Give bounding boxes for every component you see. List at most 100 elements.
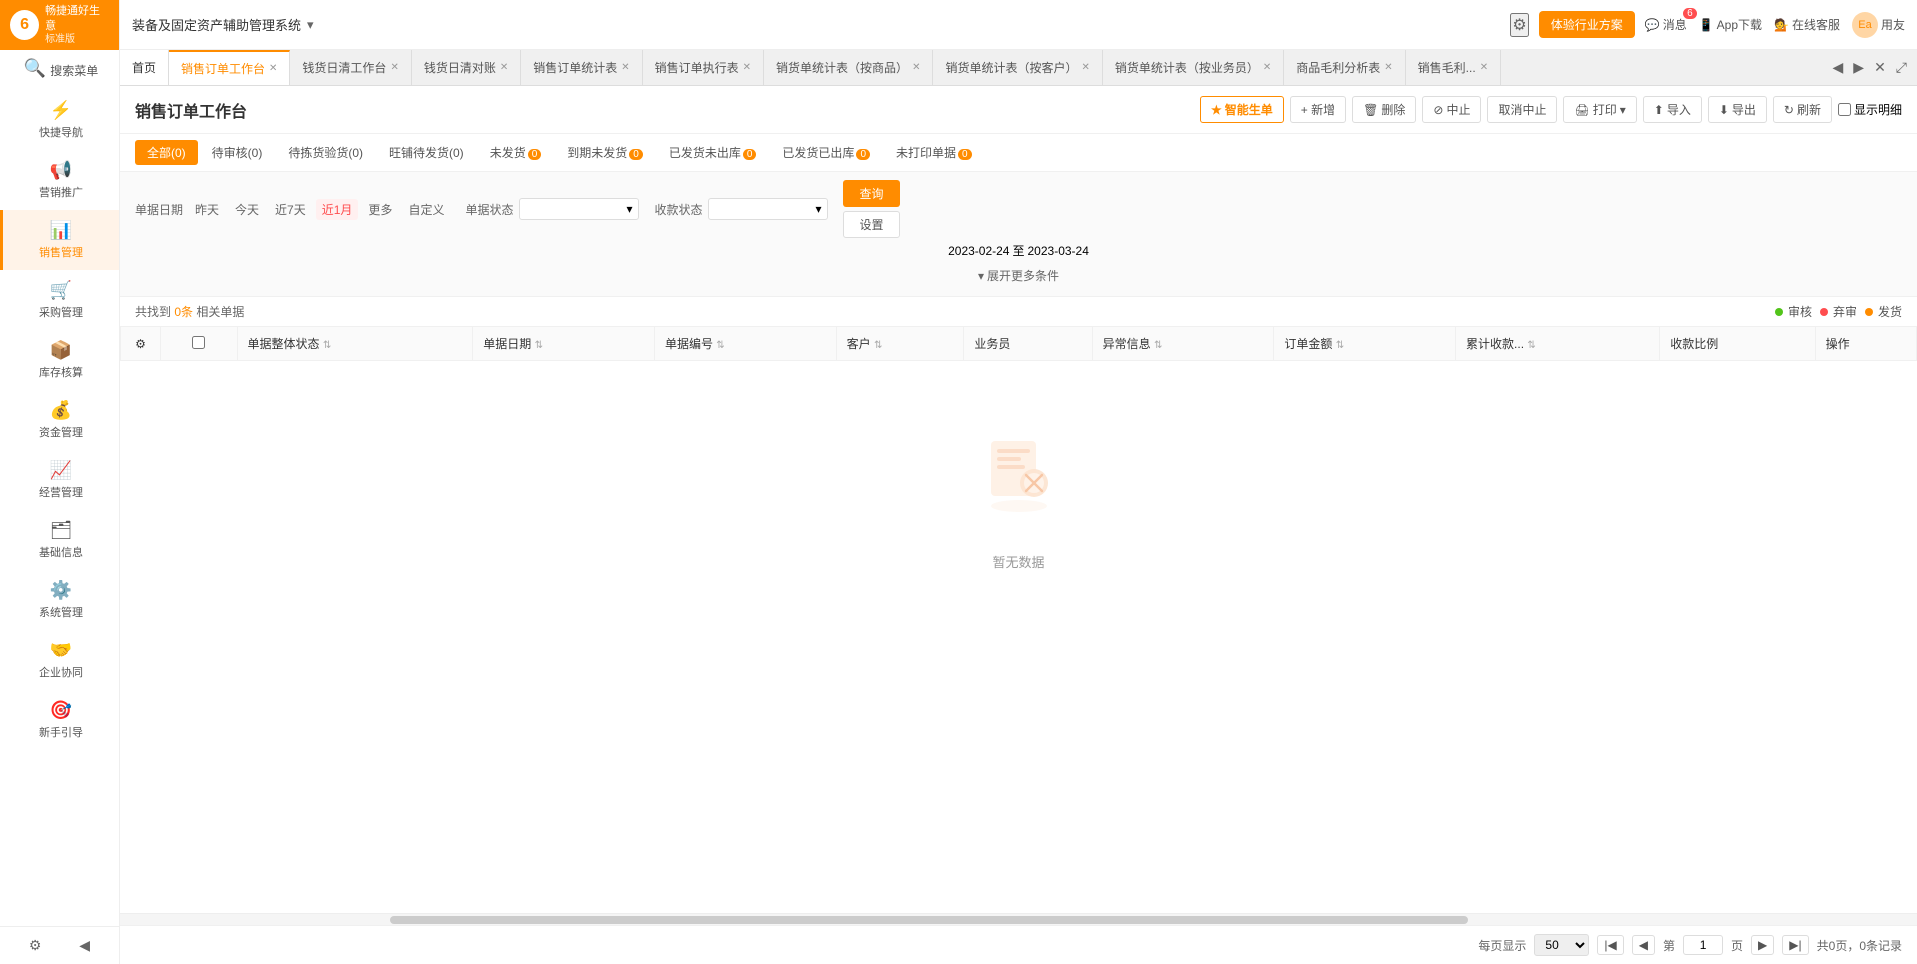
tab-scroll-left-button[interactable]: ◀ xyxy=(1829,57,1848,78)
tab-close-button[interactable]: ✕ xyxy=(1480,62,1488,73)
tab-cash-daily[interactable]: 钱货日清工作台 ✕ xyxy=(290,50,411,86)
date-7days-button[interactable]: 近7天 xyxy=(269,199,312,220)
export-button[interactable]: ⬇ 导出 xyxy=(1708,96,1767,123)
filter-tab-wangpu-pending[interactable]: 旺铺待发货(0) xyxy=(377,140,476,165)
status-select[interactable]: ▾ xyxy=(519,198,639,220)
tab-sales-exec[interactable]: 销售订单执行表 ✕ xyxy=(643,50,764,86)
tab-close-button[interactable]: ✕ xyxy=(621,62,629,73)
horizontal-scrollbar-area[interactable] xyxy=(120,913,1917,925)
import-button[interactable]: ⬆ 导入 xyxy=(1643,96,1702,123)
payment-select[interactable]: ▾ xyxy=(708,198,828,220)
tab-sales-summary-product[interactable]: 销货单统计表（按商品） ✕ xyxy=(764,50,933,86)
tab-close-button[interactable]: ✕ xyxy=(1081,62,1089,73)
query-button[interactable]: 查询 xyxy=(843,180,899,207)
expand-more-button[interactable]: ▾ 展开更多条件 xyxy=(978,267,1059,284)
col-settings[interactable]: ⚙ xyxy=(121,327,161,361)
col-ratio[interactable]: 收款比例 xyxy=(1660,327,1815,361)
sidebar-item-system[interactable]: ⚙️ 系统管理 xyxy=(0,570,119,630)
message-button[interactable]: 💬 6 消息 xyxy=(1645,16,1687,33)
delete-button[interactable]: 🗑 删除 xyxy=(1352,96,1416,123)
date-yesterday-button[interactable]: 昨天 xyxy=(189,199,225,220)
review-action-button[interactable]: 审核 xyxy=(1775,303,1812,320)
system-dropdown-icon[interactable]: ▾ xyxy=(307,17,314,33)
filter-tab-shipped-out[interactable]: 已发货已出库0 xyxy=(770,140,882,165)
app-download-button[interactable]: 📱 App下载 xyxy=(1699,16,1762,33)
col-status[interactable]: 单据整体状态 ⇅ xyxy=(237,327,473,361)
sidebar-item-basic-info[interactable]: 🗂 基础信息 xyxy=(0,510,119,570)
new-button[interactable]: + 新增 xyxy=(1290,96,1346,123)
tab-close-button[interactable]: ✕ xyxy=(912,62,920,73)
print-dropdown-icon[interactable]: ▾ xyxy=(1620,103,1626,117)
cancel-stop-button[interactable]: 取消中止 xyxy=(1487,96,1557,123)
tab-close-button[interactable]: ✕ xyxy=(1384,62,1392,73)
tab-sales-summary-staff[interactable]: 销货单统计表（按业务员） ✕ xyxy=(1103,50,1284,86)
sidebar-settings-button[interactable]: ⚙ xyxy=(29,937,42,954)
smart-create-button[interactable]: ★ 智能生单 xyxy=(1200,96,1284,123)
sidebar-item-guide[interactable]: 🎯 新手引导 xyxy=(0,690,119,750)
sidebar-item-purchase[interactable]: 🛒 采购管理 xyxy=(0,270,119,330)
industry-solution-button[interactable]: 体验行业方案 xyxy=(1539,11,1635,38)
user-menu-button[interactable]: Ea 用友 xyxy=(1852,12,1905,38)
filter-tab-all[interactable]: 全部(0) xyxy=(135,140,198,165)
tab-close-button[interactable]: ✕ xyxy=(269,63,277,74)
page-input[interactable] xyxy=(1683,935,1723,955)
tab-cash-reconcile[interactable]: 钱货日清对账 ✕ xyxy=(412,50,521,86)
stop-button[interactable]: ⊘ 中止 xyxy=(1422,96,1481,123)
select-all-checkbox[interactable] xyxy=(192,336,205,349)
per-page-select[interactable]: 50 100 200 xyxy=(1534,934,1589,956)
set-button[interactable]: 设置 xyxy=(843,211,899,238)
horizontal-scrollbar-thumb[interactable] xyxy=(390,916,1468,924)
filter-tab-expired-not-shipped[interactable]: 到期未发货0 xyxy=(555,140,655,165)
page-last-button[interactable]: ▶| xyxy=(1782,935,1808,955)
ship-action-button[interactable]: 发货 xyxy=(1865,303,1902,320)
col-date[interactable]: 单据日期 ⇅ xyxy=(473,327,655,361)
sidebar-item-search[interactable]: 🔍 搜索菜单 xyxy=(0,50,119,90)
filter-tab-shipped-not-out[interactable]: 已发货未出库0 xyxy=(657,140,769,165)
sidebar-item-inventory[interactable]: 📦 库存核算 xyxy=(0,330,119,390)
filter-tab-not-shipped[interactable]: 未发货0 xyxy=(478,140,554,165)
sidebar-collapse-button[interactable]: ◀ xyxy=(79,937,90,954)
show-detail-checkbox-area[interactable]: 显示明细 xyxy=(1838,101,1902,118)
tab-close-button[interactable]: ✕ xyxy=(500,62,508,73)
page-prev-button[interactable]: ◀ xyxy=(1632,935,1655,955)
sidebar-item-enterprise[interactable]: 🤝 企业协同 xyxy=(0,630,119,690)
tab-home[interactable]: 首页 xyxy=(120,50,169,86)
sidebar-item-marketing[interactable]: 📢 营销推广 xyxy=(0,150,119,210)
col-checkbox[interactable] xyxy=(161,327,238,361)
tab-product-margin[interactable]: 商品毛利分析表 ✕ xyxy=(1284,50,1405,86)
tab-close-button[interactable]: ✕ xyxy=(390,62,398,73)
show-detail-checkbox[interactable] xyxy=(1838,103,1851,116)
tab-sales-stat[interactable]: 销售订单统计表 ✕ xyxy=(521,50,642,86)
date-1month-button[interactable]: 近1月 xyxy=(316,199,359,220)
tab-sales-scroll[interactable]: 销售毛利... ✕ xyxy=(1406,50,1501,86)
cancel-review-action-button[interactable]: 弃审 xyxy=(1820,303,1857,320)
date-today-button[interactable]: 今天 xyxy=(229,199,265,220)
online-service-button[interactable]: 💁 在线客服 xyxy=(1774,16,1840,33)
tab-close-button[interactable]: ✕ xyxy=(1263,62,1271,73)
tab-scroll-right-button[interactable]: ▶ xyxy=(1849,57,1868,78)
page-next-button[interactable]: ▶ xyxy=(1751,935,1774,955)
tab-sales-summary-customer[interactable]: 销货单统计表（按客户） ✕ xyxy=(933,50,1102,86)
tab-fullscreen-button[interactable]: ⤢ xyxy=(1892,57,1911,78)
filter-tab-pending-inspect[interactable]: 待拣货验货(0) xyxy=(276,140,375,165)
sidebar-item-quick-nav[interactable]: ⚡ 快捷导航 xyxy=(0,90,119,150)
sidebar-item-finance[interactable]: 💰 资金管理 xyxy=(0,390,119,450)
col-staff[interactable]: 业务员 xyxy=(964,327,1092,361)
tab-close-all-button[interactable]: ✕ xyxy=(1870,57,1890,78)
sidebar-item-operation[interactable]: 📈 经营管理 xyxy=(0,450,119,510)
topbar-settings-button[interactable]: ⚙ xyxy=(1510,13,1528,37)
filter-tab-not-printed[interactable]: 未打印单据0 xyxy=(884,140,984,165)
filter-tab-pending-review[interactable]: 待审核(0) xyxy=(200,140,275,165)
refresh-button[interactable]: ↻ 刷新 xyxy=(1773,96,1832,123)
col-received[interactable]: 累计收款... ⇅ xyxy=(1456,327,1660,361)
date-custom-button[interactable]: 自定义 xyxy=(402,199,450,220)
col-abnormal[interactable]: 异常信息 ⇅ xyxy=(1092,327,1274,361)
print-button[interactable]: 🖨 打印 ▾ xyxy=(1563,96,1636,123)
date-more-button[interactable]: 更多 xyxy=(362,199,398,220)
tab-close-button[interactable]: ✕ xyxy=(743,62,751,73)
page-first-button[interactable]: |◀ xyxy=(1597,935,1623,955)
tab-sales-workbench[interactable]: 销售订单工作台 ✕ xyxy=(169,50,290,86)
col-number[interactable]: 单据编号 ⇅ xyxy=(654,327,836,361)
col-customer[interactable]: 客户 ⇅ xyxy=(836,327,964,361)
col-amount[interactable]: 订单金额 ⇅ xyxy=(1274,327,1456,361)
